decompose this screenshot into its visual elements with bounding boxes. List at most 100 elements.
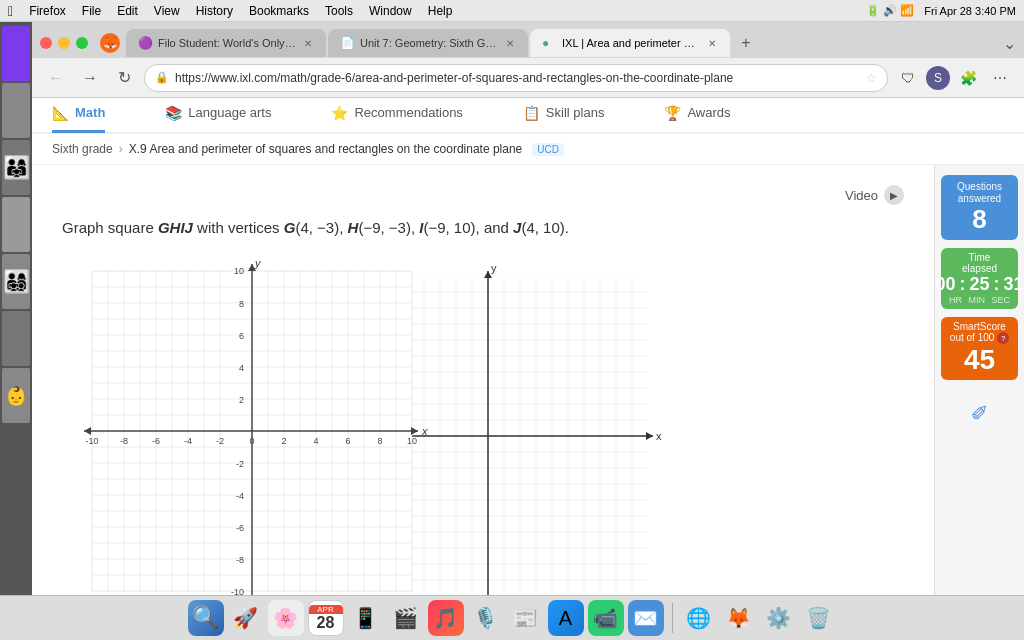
menu-help[interactable]: Help	[428, 4, 453, 18]
nav-recommendations-label: Recommendations	[354, 105, 462, 120]
sidebar-thumb-1[interactable]	[2, 26, 30, 81]
sidebar-thumb-5[interactable]: 👨‍👩‍👧‍👦	[2, 254, 30, 309]
min-label: MIN	[968, 295, 985, 305]
svg-text:6: 6	[239, 331, 244, 341]
video-link[interactable]: Video ▶	[62, 185, 904, 205]
recommendations-icon: ⭐	[331, 105, 348, 121]
menu-file[interactable]: File	[82, 4, 101, 18]
apple-menu[interactable]: 	[8, 3, 13, 19]
maximize-button[interactable]	[76, 37, 88, 49]
menu-tools[interactable]: Tools	[325, 4, 353, 18]
dock-chrome[interactable]: 🌐	[681, 600, 717, 636]
profile-icon[interactable]: S	[926, 66, 950, 90]
svg-text:-6: -6	[152, 436, 160, 446]
dock-firefox[interactable]: 🦊	[721, 600, 757, 636]
tab-expand-button[interactable]: ⌄	[1003, 34, 1016, 53]
svg-text:4: 4	[239, 363, 244, 373]
exercise-area: Video ▶ Graph square GHIJ with vertices …	[32, 165, 1024, 595]
coordinate-grid[interactable]: x y -10 -8 -6	[62, 256, 904, 596]
svg-text:-10: -10	[231, 587, 244, 596]
tab-ixl[interactable]: ● IXL | Area and perimeter of squ... ✕	[530, 29, 730, 57]
refresh-button[interactable]: ↻	[110, 64, 138, 92]
pencil-icon[interactable]: ✏	[964, 398, 995, 429]
nav-awards[interactable]: 🏆 Awards	[664, 97, 730, 133]
shield-icon[interactable]: 🛡	[894, 64, 922, 92]
breadcrumb-grade[interactable]: Sixth grade	[52, 142, 113, 156]
sidebar-thumb-2[interactable]	[2, 83, 30, 138]
sidebar-thumb-3[interactable]: 👨‍👩‍👧	[2, 140, 30, 195]
ixl-nav: 📐 Math 📚 Language arts ⭐ Recommendations…	[32, 98, 1024, 134]
nav-recommendations[interactable]: ⭐ Recommendations	[331, 97, 462, 133]
sidebar-thumb-6[interactable]	[2, 311, 30, 366]
svg-text:2: 2	[281, 436, 286, 446]
firefox-icon: 🦊	[100, 33, 120, 53]
menu-edit[interactable]: Edit	[117, 4, 138, 18]
tab-unit7-favicon: 📄	[340, 36, 354, 50]
language-arts-icon: 📚	[165, 105, 182, 121]
dock-settings[interactable]: ⚙️	[761, 600, 797, 636]
svg-text:8: 8	[239, 299, 244, 309]
stats-time-elapsed: Timeelapsed 00 : 25 : 31 HR MIN SEC	[941, 248, 1018, 309]
dock-iphone[interactable]: 📱	[348, 600, 384, 636]
dock-finder[interactable]: 🔍	[188, 600, 224, 636]
skill-plans-icon: 📋	[523, 105, 540, 121]
dock-calendar[interactable]: APR 28	[308, 600, 344, 636]
nav-language-arts-label: Language arts	[188, 105, 271, 120]
dock-mail[interactable]: ✉️	[628, 600, 664, 636]
dock-tv[interactable]: 🎬	[388, 600, 424, 636]
dock-appstore[interactable]: A	[548, 600, 584, 636]
svg-text:6: 6	[345, 436, 350, 446]
dock-photos[interactable]: 🌸	[268, 600, 304, 636]
menu-bookmarks[interactable]: Bookmarks	[249, 4, 309, 18]
close-button[interactable]	[40, 37, 52, 49]
back-button[interactable]: ←	[42, 64, 70, 92]
dock-podcasts[interactable]: 🎙️	[468, 600, 504, 636]
stats-colon1: :	[959, 274, 965, 295]
new-tab-button[interactable]: +	[732, 29, 760, 57]
tab-unit7[interactable]: 📄 Unit 7: Geometry: Sixth Grade ✕	[328, 29, 528, 57]
tab-filo-close[interactable]: ✕	[302, 36, 314, 51]
sidebar-thumb-7[interactable]: 👶	[2, 368, 30, 423]
dock-facetime[interactable]: 📹	[588, 600, 624, 636]
tab-ixl-title: IXL | Area and perimeter of squ...	[562, 37, 700, 49]
menu-firefox[interactable]: Firefox	[29, 4, 66, 18]
dock-music[interactable]: 🎵	[428, 600, 464, 636]
svg-text:-4: -4	[184, 436, 192, 446]
sidebar-thumb-4[interactable]	[2, 197, 30, 252]
svg-marker-41	[646, 432, 653, 440]
extension-icon[interactable]: 🧩	[954, 64, 982, 92]
lock-icon: 🔒	[155, 71, 169, 84]
nav-bar: ← → ↻ 🔒 https://www.ixl.com/math/grade-6…	[32, 58, 1024, 98]
nav-math[interactable]: 📐 Math	[52, 97, 105, 133]
nav-language-arts[interactable]: 📚 Language arts	[165, 97, 271, 133]
tab-filo[interactable]: 🟣 Filo Student: World's Only Live ... ✕	[126, 29, 326, 57]
stats-sec: 31	[1004, 274, 1024, 295]
stats-questions-answered: Questionsanswered 8	[941, 175, 1018, 240]
svg-marker-87	[411, 427, 418, 435]
menu-history[interactable]: History	[196, 4, 233, 18]
forward-button[interactable]: →	[76, 64, 104, 92]
svg-text:x: x	[656, 430, 662, 442]
stats-smartscore: SmartScoreout of 100 ? 45	[941, 317, 1018, 381]
video-play-icon[interactable]: ▶	[884, 185, 904, 205]
menu-window[interactable]: Window	[369, 4, 412, 18]
dock-news[interactable]: 📰	[508, 600, 544, 636]
hr-label: HR	[949, 295, 962, 305]
menu-view[interactable]: View	[154, 4, 180, 18]
tab-ixl-close[interactable]: ✕	[706, 36, 718, 51]
svg-text:0: 0	[249, 436, 254, 446]
svg-text:10: 10	[407, 436, 417, 446]
question-text: Graph square GHIJ with vertices G(4, −3)…	[62, 217, 904, 240]
dock-launchpad[interactable]: 🚀	[228, 600, 264, 636]
svg-marker-88	[84, 427, 91, 435]
minimize-button[interactable]	[58, 37, 70, 49]
breadcrumb-separator: ›	[119, 142, 123, 156]
tab-unit7-close[interactable]: ✕	[504, 36, 516, 51]
dock-trash[interactable]: 🗑️	[801, 600, 837, 636]
nav-skill-plans[interactable]: 📋 Skill plans	[523, 97, 605, 133]
bookmark-icon[interactable]: ☆	[866, 71, 877, 85]
more-icon[interactable]: ⋯	[986, 64, 1014, 92]
tab-filo-favicon: 🟣	[138, 36, 152, 50]
address-bar[interactable]: 🔒 https://www.ixl.com/math/grade-6/area-…	[144, 64, 888, 92]
svg-text:-4: -4	[236, 491, 244, 501]
